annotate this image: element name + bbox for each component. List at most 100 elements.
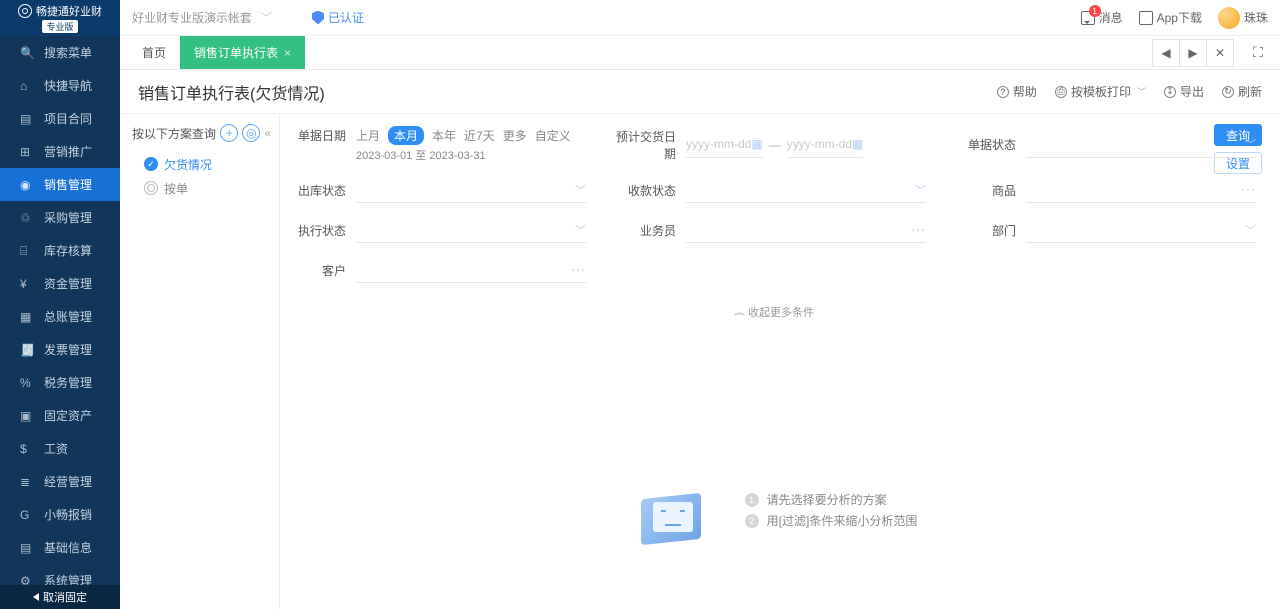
- est-date-to-input[interactable]: yyyy-mm-dd▦: [787, 132, 864, 158]
- sidebar-item-label: 采购管理: [44, 209, 92, 226]
- shortcut-this-month[interactable]: 本月: [388, 126, 424, 145]
- sidebar-item-12[interactable]: $ 工资: [0, 432, 120, 465]
- doc-date-label: 单据日期: [286, 127, 346, 144]
- print-template-button[interactable]: ⎙按模板打印﹀: [1055, 83, 1146, 100]
- sidebar-item-2[interactable]: ▤项目合同: [0, 102, 120, 135]
- sidebar-item-label: 营销推广: [44, 143, 92, 160]
- goods-label: 商品: [956, 182, 1016, 199]
- customer-picker[interactable]: ⋯: [356, 257, 586, 283]
- sidebar-item-5[interactable]: ♲采购管理: [0, 201, 120, 234]
- collapse-panel-button[interactable]: «: [264, 126, 271, 140]
- sidebar-icon: ▣: [20, 409, 34, 423]
- sidebar-icon: %: [20, 376, 34, 390]
- sidebar-item-1[interactable]: ⌂快捷导航: [0, 69, 120, 102]
- scheme-item-by-order[interactable]: 按单: [144, 176, 271, 200]
- out-status-select[interactable]: ﹀: [356, 177, 586, 203]
- est-date-from-input[interactable]: yyyy-mm-dd▦: [686, 132, 763, 158]
- add-scheme-button[interactable]: +: [220, 124, 238, 142]
- export-button[interactable]: ↧导出: [1164, 83, 1204, 100]
- sidebar-item-13[interactable]: ≣经营管理: [0, 465, 120, 498]
- sidebar-icon: G: [20, 508, 34, 522]
- sidebar-item-6[interactable]: ⌸ 库存核算: [0, 234, 120, 267]
- help-button[interactable]: ?帮助: [997, 83, 1037, 100]
- sidebar-item-label: 基础信息: [44, 539, 92, 556]
- pay-status-select[interactable]: ﹀: [686, 177, 926, 203]
- chevron-down-icon: ﹀: [575, 222, 586, 238]
- more-icon: ⋯: [1241, 181, 1256, 198]
- shield-icon: [312, 11, 324, 25]
- shortcut-this-year[interactable]: 本年: [432, 127, 456, 144]
- messages-button[interactable]: 1 消息: [1081, 9, 1123, 26]
- sidebar-item-3[interactable]: ⊞ 营销推广: [0, 135, 120, 168]
- empty-step-2: 2用[过滤]条件来缩小分析范围: [745, 512, 918, 529]
- sidebar-item-label: 小畅报销: [44, 506, 92, 523]
- tab-bar: 首页 销售订单执行表 × ◀ ▶ ✕ ⛶: [120, 36, 1280, 70]
- chevron-up-icon: ︽: [734, 307, 745, 317]
- sidebar-item-10[interactable]: %税务管理: [0, 366, 120, 399]
- refresh-button[interactable]: ↻刷新: [1222, 83, 1262, 100]
- brand-logo: 畅捷通好业财 专业版: [0, 0, 120, 36]
- tab-close-all-button[interactable]: ✕: [1206, 39, 1234, 67]
- chevron-down-icon: ﹀: [575, 182, 586, 198]
- shortcut-7days[interactable]: 近7天: [464, 127, 495, 144]
- sidebar-item-label: 资金管理: [44, 275, 92, 292]
- goods-picker[interactable]: ⋯: [1026, 177, 1256, 203]
- sidebar-item-4[interactable]: ◉销售管理: [0, 168, 120, 201]
- sidebar-item-label: 快捷导航: [44, 77, 92, 94]
- sidebar: 🔍搜索菜单⌂快捷导航▤项目合同 ⊞ 营销推广 ◉销售管理♲采购管理 ⌸ 库存核算 ¥资金管理…: [0, 36, 120, 609]
- account-selector[interactable]: 好业财专业版演示帐套 ﹀: [132, 9, 272, 26]
- doc-date-shortcuts: 上月 本月 本年 近7天 更多 自定义: [356, 126, 571, 145]
- sidebar-item-label: 工资: [44, 440, 68, 457]
- sidebar-item-0[interactable]: 🔍搜索菜单: [0, 36, 120, 69]
- exec-status-label: 执行状态: [286, 222, 346, 239]
- sidebar-item-label: 库存核算: [44, 242, 92, 259]
- doc-status-select[interactable]: ﹀: [1026, 132, 1256, 158]
- dept-select[interactable]: ﹀: [1026, 217, 1256, 243]
- brand-name: 畅捷通好业财: [36, 3, 102, 19]
- sidebar-item-label: 总账管理: [44, 308, 92, 325]
- tab-home[interactable]: 首页: [128, 36, 180, 69]
- unpin-sidebar-button[interactable]: 取消固定: [0, 585, 120, 609]
- user-menu[interactable]: 珠珠: [1218, 7, 1268, 29]
- shortcut-custom[interactable]: 自定义: [535, 127, 571, 144]
- radio-on-icon: ✓: [144, 157, 158, 171]
- sidebar-item-11[interactable]: ▣固定资产: [0, 399, 120, 432]
- export-icon: ↧: [1164, 86, 1176, 98]
- tab-sales-order-exec[interactable]: 销售订单执行表 ×: [180, 36, 305, 69]
- download-icon: [1139, 11, 1153, 25]
- sidebar-icon: $: [20, 442, 34, 456]
- more-icon: ⋯: [571, 261, 586, 278]
- sidebar-icon: ⊞: [20, 145, 34, 159]
- empty-illustration-icon: [631, 470, 721, 550]
- sidebar-item-14[interactable]: G 小畅报销: [0, 498, 120, 531]
- sidebar-icon: ▤: [20, 541, 34, 555]
- collapse-filters-button[interactable]: ︽ 收起更多条件: [286, 297, 1262, 326]
- sidebar-icon: 🔍: [20, 46, 34, 60]
- tab-prev-button[interactable]: ◀: [1152, 39, 1180, 67]
- close-icon[interactable]: ×: [284, 46, 291, 60]
- sidebar-item-7[interactable]: ¥资金管理: [0, 267, 120, 300]
- page-header: 销售订单执行表(欠货情况) ?帮助 ⎙按模板打印﹀ ↧导出 ↻刷新: [120, 70, 1280, 114]
- sidebar-item-label: 经营管理: [44, 473, 92, 490]
- exec-status-select[interactable]: ﹀: [356, 217, 586, 243]
- tab-next-button[interactable]: ▶: [1179, 39, 1207, 67]
- refresh-icon: ↻: [1222, 86, 1234, 98]
- shortcut-last-month[interactable]: 上月: [356, 127, 380, 144]
- scheme-settings-button[interactable]: ◎: [242, 124, 260, 142]
- help-icon: ?: [997, 86, 1009, 98]
- avatar-icon: [1218, 7, 1240, 29]
- sidebar-icon: ◉: [20, 178, 34, 192]
- scheme-item-shortage[interactable]: ✓ 欠货情况: [144, 152, 271, 176]
- sidebar-item-9[interactable]: 🧾发票管理: [0, 333, 120, 366]
- sidebar-icon: ⌸: [20, 244, 34, 258]
- fullscreen-button[interactable]: ⛶: [1244, 39, 1272, 67]
- top-bar: 畅捷通好业财 专业版 好业财专业版演示帐套 ﹀ 已认证 1 消息 App下载 珠…: [0, 0, 1280, 36]
- salesman-label: 业务员: [616, 222, 676, 239]
- calendar-icon: ▦: [852, 137, 863, 151]
- chevron-down-icon: ﹀: [1245, 136, 1256, 152]
- app-download-button[interactable]: App下载: [1139, 9, 1202, 26]
- sidebar-item-15[interactable]: ▤ 基础信息: [0, 531, 120, 564]
- shortcut-more[interactable]: 更多: [503, 127, 527, 144]
- salesman-picker[interactable]: ⋯: [686, 217, 926, 243]
- sidebar-item-8[interactable]: ▦总账管理: [0, 300, 120, 333]
